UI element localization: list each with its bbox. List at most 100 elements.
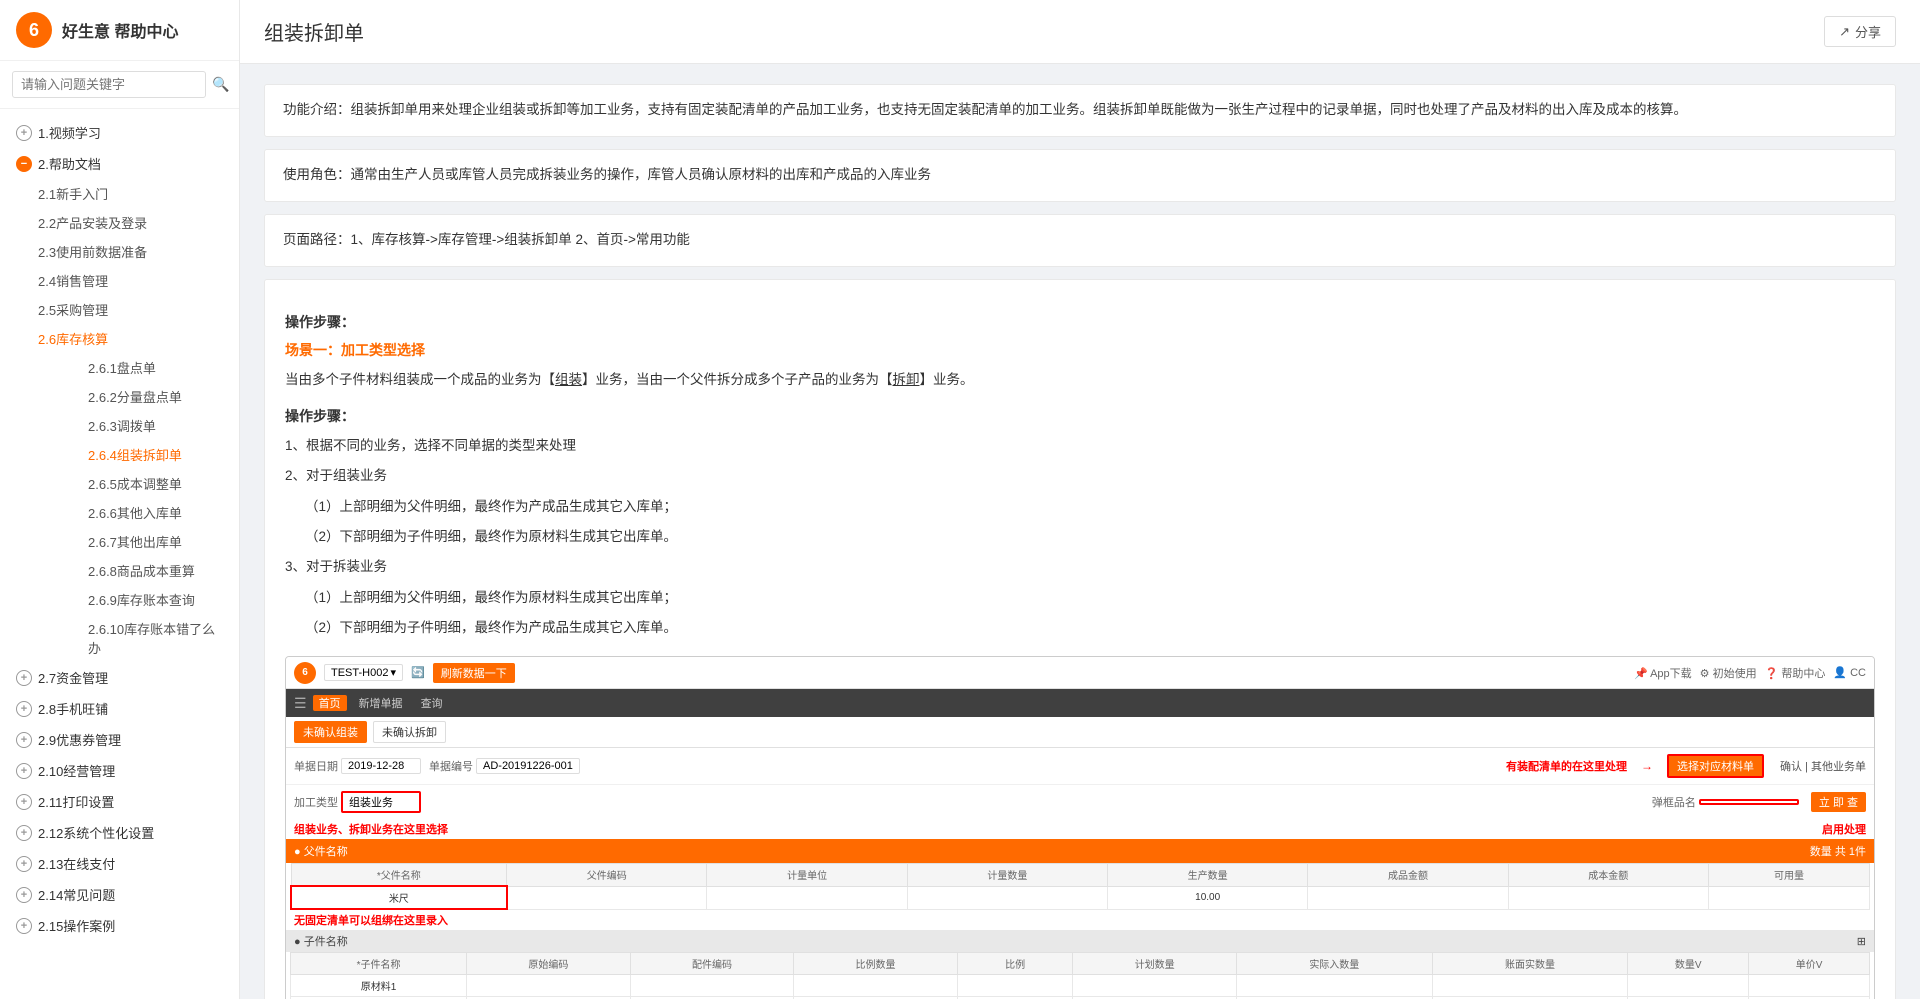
sidebar-item-docs[interactable]: − 2.帮助文档: [0, 148, 239, 179]
search-button[interactable]: 🔍: [212, 76, 229, 93]
sidebar-item-2-6-5[interactable]: 2.6.5成本调整单: [50, 469, 239, 498]
sidebar-cat-label: 2.13在线支付: [38, 854, 115, 873]
sidebar-cat-label: 2.14常见问题: [38, 885, 115, 904]
ops-title: 操作步骤：: [285, 312, 1875, 332]
sidebar-item-2-11[interactable]: + 2.11打印设置: [0, 786, 239, 817]
sidebar-item-2-9[interactable]: + 2.9优惠券管理: [0, 724, 239, 755]
step-2-1: （1）上部明细为父件明细，最终作为产成品生成其它入库单；: [285, 495, 1875, 519]
app-sim: 6 TEST-H002 ▾ 🔄 刷新数据一下 📌 App下载 ⚙ 初始使用 ❓ …: [286, 657, 1874, 999]
sim-callout-4: 启用处理: [1822, 821, 1866, 837]
sim-bth-1: *子件名称: [291, 953, 467, 975]
page-header: 组装拆卸单 ↗ 分享: [240, 0, 1920, 64]
sidebar-cat-label: 2.帮助文档: [38, 154, 101, 173]
expand-icon-29: +: [16, 732, 32, 748]
step-2-2: （2）下部明细为子件明细，最终作为原材料生成其它出库单。: [285, 525, 1875, 549]
sim-field-date: 单据日期 2019-12-28: [294, 758, 421, 774]
expand-icon-214: +: [16, 887, 32, 903]
logo-icon: 6: [16, 12, 52, 48]
intro-block-2: 使用角色：通常由生产人员或库管人员完成拆装业务的操作，库管人员确认原材料的出库和…: [264, 149, 1896, 202]
sim-br1-c3: [630, 975, 794, 997]
sim-confirm-icons: 确认 | 其他业务单: [1780, 758, 1866, 774]
sim-top-cell-cost: [1508, 886, 1708, 909]
sim-section-bottom: ● 子件名称 ⊞: [286, 930, 1874, 952]
ops-section: 操作步骤： 场景一：加工类型选择 当由多个子件材料组装成一个成品的业务为【组装】…: [264, 279, 1896, 999]
step-3-1: （1）上部明细为父件明细，最终作为原材料生成其它出库单；: [285, 586, 1875, 610]
page-title: 组装拆卸单: [264, 17, 364, 46]
sim-bth-3: 配件编码: [630, 953, 794, 975]
sidebar-item-2-7[interactable]: + 2.7资金管理: [0, 662, 239, 693]
sim-btn-unconfirmed-assembly: 未确认组装: [294, 721, 367, 743]
sim-topbar: 6 TEST-H002 ▾ 🔄 刷新数据一下 📌 App下载 ⚙ 初始使用 ❓ …: [286, 657, 1874, 689]
sidebar-item-2-5[interactable]: 2.5采购管理: [0, 295, 239, 324]
sim-bth-8: 账面实数量: [1432, 953, 1628, 975]
sidebar: 6 好生意 帮助中心 🔍 + 1.视频学习 − 2.帮助文档 2.1新手入门 2…: [0, 0, 240, 999]
sim-company-id: TEST-H002: [331, 667, 388, 679]
share-button[interactable]: ↗ 分享: [1824, 16, 1896, 47]
sidebar-item-2-6-8[interactable]: 2.6.8商品成本重算: [50, 556, 239, 585]
sim-br1-c1: 原材料1: [291, 975, 467, 997]
screenshot-area: 6 TEST-H002 ▾ 🔄 刷新数据一下 📌 App下载 ⚙ 初始使用 ❓ …: [285, 656, 1875, 999]
sidebar-item-2-6-4[interactable]: 2.6.4组装拆卸单: [50, 440, 239, 469]
sim-search-val: [1699, 799, 1799, 805]
sim-bottom-table-wrap: *子件名称 原始编码 配件编码 比例数量 比例 计划数量 实际入数量 账面实数量: [286, 952, 1874, 999]
sidebar-item-2-15[interactable]: + 2.15操作案例: [0, 910, 239, 941]
sim-th-unit: 计量单位: [707, 864, 907, 887]
sim-br1-c4: [794, 975, 958, 997]
sim-form-row: 单据日期 2019-12-28 单据编号 AD-20191226-001 有装配…: [286, 748, 1874, 784]
step-1: 1、根据不同的业务，选择不同单据的类型来处理: [285, 434, 1875, 458]
sim-top-cell-name: 米尺: [291, 886, 507, 909]
sim-refresh-btn: 刷新数据一下: [433, 663, 515, 683]
sim-top-table-wrap: *父件名称 父件编码 计量单位 计量数量 生产数量 成品金额 成本金额 可用量: [286, 863, 1874, 910]
scenario-1-desc: 当由多个子件材料组装成一个成品的业务为【组装】业务，当由一个父件拆分成多个子产品…: [285, 368, 1875, 392]
sidebar-item-2-6-1[interactable]: 2.6.1盘点单: [50, 353, 239, 382]
sidebar-item-2-2[interactable]: 2.2产品安装及登录: [0, 208, 239, 237]
collapse-icon-2: −: [16, 156, 32, 172]
sidebar-item-2-6[interactable]: 2.6库存核算: [0, 324, 239, 353]
main-area: 组装拆卸单 ↗ 分享 功能介绍：组装拆卸单用来处理企业组装或拆卸等加工业务，支持…: [240, 0, 1920, 999]
intro-text-1: 功能介绍：组装拆卸单用来处理企业组装或拆卸等加工业务，支持有固定装配清单的产品加…: [283, 102, 1687, 117]
sidebar-item-2-1[interactable]: 2.1新手入门: [0, 179, 239, 208]
sim-th-qty: 计量数量: [907, 864, 1107, 887]
sim-company-dropdown: TEST-H002 ▾: [324, 664, 403, 681]
sim-section-bottom-label: ● 子件名称: [294, 933, 348, 949]
sim-bth-4: 比例数量: [794, 953, 958, 975]
sidebar-item-2-6-7[interactable]: 2.6.7其他出库单: [50, 527, 239, 556]
expand-icon-213: +: [16, 856, 32, 872]
sidebar-item-2-8[interactable]: + 2.8手机旺铺: [0, 693, 239, 724]
sim-bottom-table: *子件名称 原始编码 配件编码 比例数量 比例 计划数量 实际入数量 账面实数量: [290, 952, 1870, 999]
sim-bth-9: 数量V: [1628, 953, 1749, 975]
sidebar-item-video[interactable]: + 1.视频学习: [0, 117, 239, 148]
sidebar-item-2-13[interactable]: + 2.13在线支付: [0, 848, 239, 879]
sim-nav-new: 新增单据: [353, 695, 409, 711]
breadcrumb-block: 页面路径：1、库存核算->库存管理->组装拆卸单 2、首页->常用功能: [264, 214, 1896, 267]
sim-select-material-btn: 选择对应材料单: [1667, 754, 1764, 778]
sim-top-cell-code: [507, 886, 707, 909]
sim-top-table: *父件名称 父件编码 计量单位 计量数量 生产数量 成品金额 成本金额 可用量: [290, 863, 1870, 910]
sim-th-cost: 成本金额: [1508, 864, 1708, 887]
sidebar-item-2-4[interactable]: 2.4销售管理: [0, 266, 239, 295]
sim-th-amount: 成品金额: [1308, 864, 1508, 887]
zuzhuang-text: 组装: [555, 372, 582, 387]
sidebar-cat-label: 2.8手机旺铺: [38, 699, 108, 718]
sidebar-item-2-6-3[interactable]: 2.6.3调拨单: [50, 411, 239, 440]
sim-icon-3: ❓ 帮助中心: [1765, 665, 1826, 681]
sidebar-item-2-6-6[interactable]: 2.6.6其他入库单: [50, 498, 239, 527]
sidebar-item-2-10[interactable]: + 2.10经营管理: [0, 755, 239, 786]
sim-search-label: 弹框品名: [1652, 794, 1696, 810]
sidebar-item-2-12[interactable]: + 2.12系统个性化设置: [0, 817, 239, 848]
sidebar-item-2-6-9[interactable]: 2.6.9库存账本查询: [50, 585, 239, 614]
sidebar-item-2-14[interactable]: + 2.14常见问题: [0, 879, 239, 910]
sim-icon-1: 📌 App下载: [1634, 665, 1692, 681]
sim-logo: 6: [294, 662, 316, 684]
sim-callout-5: 无固定清单可以组绑在这里录入: [294, 915, 448, 927]
sim-top-row-1: 米尺 10.00: [291, 886, 1870, 909]
sim-bth-7: 实际入数量: [1236, 953, 1432, 975]
sidebar-item-2-6-2[interactable]: 2.6.2分量盘点单: [50, 382, 239, 411]
sidebar-cat-label: 2.15操作案例: [38, 916, 115, 935]
step-2: 2、对于组装业务: [285, 464, 1875, 488]
sidebar-item-2-3[interactable]: 2.3使用前数据准备: [0, 237, 239, 266]
sidebar-item-2-6-10[interactable]: 2.6.10库存账本错了么办: [50, 614, 239, 662]
sim-wrapper: 6 TEST-H002 ▾ 🔄 刷新数据一下 📌 App下载 ⚙ 初始使用 ❓ …: [286, 657, 1874, 999]
search-input[interactable]: [12, 71, 206, 98]
search-bar[interactable]: 🔍: [0, 61, 239, 109]
